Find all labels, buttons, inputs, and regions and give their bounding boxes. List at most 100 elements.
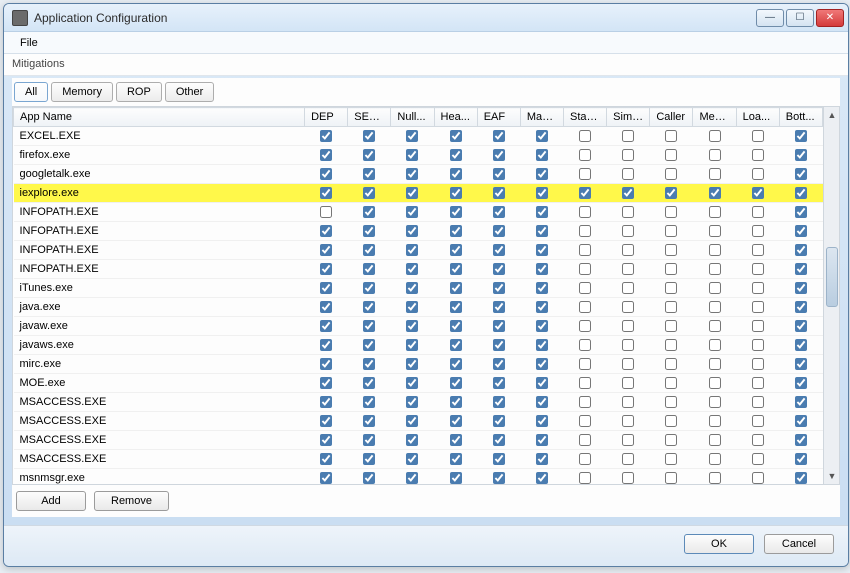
checkbox[interactable]: [363, 339, 375, 351]
checkbox[interactable]: [536, 339, 548, 351]
checkbox[interactable]: [709, 244, 721, 256]
checkbox[interactable]: [795, 263, 807, 275]
checkbox[interactable]: [795, 244, 807, 256]
table-row[interactable]: firefox.exe: [14, 146, 823, 165]
checkbox[interactable]: [536, 320, 548, 332]
checkbox[interactable]: [709, 434, 721, 446]
checkbox[interactable]: [406, 320, 418, 332]
checkbox[interactable]: [709, 206, 721, 218]
table-row[interactable]: MSACCESS.EXE: [14, 450, 823, 469]
checkbox[interactable]: [536, 168, 548, 180]
checkbox[interactable]: [450, 415, 462, 427]
checkbox[interactable]: [536, 263, 548, 275]
checkbox[interactable]: [363, 320, 375, 332]
checkbox[interactable]: [450, 339, 462, 351]
checkbox[interactable]: [536, 358, 548, 370]
table-row[interactable]: MSACCESS.EXE: [14, 431, 823, 450]
checkbox[interactable]: [665, 358, 677, 370]
checkbox[interactable]: [665, 130, 677, 142]
column-header-eaf[interactable]: EAF: [477, 108, 520, 127]
checkbox[interactable]: [450, 320, 462, 332]
checkbox[interactable]: [406, 377, 418, 389]
checkbox[interactable]: [493, 301, 505, 313]
checkbox[interactable]: [536, 301, 548, 313]
table-row[interactable]: INFOPATH.EXE: [14, 241, 823, 260]
checkbox[interactable]: [622, 472, 634, 484]
checkbox[interactable]: [493, 244, 505, 256]
checkbox[interactable]: [363, 149, 375, 161]
checkbox[interactable]: [450, 472, 462, 484]
checkbox[interactable]: [406, 301, 418, 313]
checkbox[interactable]: [450, 168, 462, 180]
column-header-app-name[interactable]: App Name: [14, 108, 305, 127]
checkbox[interactable]: [493, 168, 505, 180]
checkbox[interactable]: [752, 206, 764, 218]
checkbox[interactable]: [665, 187, 677, 199]
checkbox[interactable]: [536, 282, 548, 294]
checkbox[interactable]: [709, 453, 721, 465]
table-row[interactable]: EXCEL.EXE: [14, 127, 823, 146]
checkbox[interactable]: [795, 282, 807, 294]
checkbox[interactable]: [363, 225, 375, 237]
checkbox[interactable]: [622, 244, 634, 256]
checkbox[interactable]: [752, 225, 764, 237]
checkbox[interactable]: [579, 377, 591, 389]
checkbox[interactable]: [752, 415, 764, 427]
checkbox[interactable]: [665, 149, 677, 161]
checkbox[interactable]: [450, 434, 462, 446]
checkbox[interactable]: [493, 187, 505, 199]
checkbox[interactable]: [795, 434, 807, 446]
tab-memory[interactable]: Memory: [51, 82, 113, 102]
checkbox[interactable]: [709, 358, 721, 370]
checkbox[interactable]: [579, 263, 591, 275]
checkbox[interactable]: [709, 377, 721, 389]
checkbox[interactable]: [665, 339, 677, 351]
checkbox[interactable]: [579, 396, 591, 408]
checkbox[interactable]: [320, 149, 332, 161]
checkbox[interactable]: [622, 301, 634, 313]
checkbox[interactable]: [579, 358, 591, 370]
checkbox[interactable]: [665, 168, 677, 180]
checkbox[interactable]: [752, 339, 764, 351]
table-row[interactable]: googletalk.exe: [14, 165, 823, 184]
column-header-stac[interactable]: Stac...: [564, 108, 607, 127]
checkbox[interactable]: [622, 263, 634, 275]
table-row[interactable]: javaws.exe: [14, 336, 823, 355]
column-header-sehop[interactable]: SEHOP: [348, 108, 391, 127]
close-button[interactable]: ✕: [816, 9, 844, 27]
checkbox[interactable]: [320, 358, 332, 370]
checkbox[interactable]: [752, 377, 764, 389]
checkbox[interactable]: [579, 187, 591, 199]
checkbox[interactable]: [709, 168, 721, 180]
checkbox[interactable]: [795, 187, 807, 199]
checkbox[interactable]: [450, 149, 462, 161]
checkbox[interactable]: [493, 377, 505, 389]
checkbox[interactable]: [450, 358, 462, 370]
column-header-caller[interactable]: Caller: [650, 108, 693, 127]
checkbox[interactable]: [536, 396, 548, 408]
checkbox[interactable]: [536, 377, 548, 389]
checkbox[interactable]: [665, 244, 677, 256]
checkbox[interactable]: [752, 282, 764, 294]
checkbox[interactable]: [665, 301, 677, 313]
checkbox[interactable]: [493, 225, 505, 237]
checkbox[interactable]: [622, 130, 634, 142]
checkbox[interactable]: [406, 149, 418, 161]
checkbox[interactable]: [752, 130, 764, 142]
checkbox[interactable]: [752, 396, 764, 408]
checkbox[interactable]: [363, 244, 375, 256]
checkbox[interactable]: [665, 320, 677, 332]
checkbox[interactable]: [450, 225, 462, 237]
checkbox[interactable]: [320, 168, 332, 180]
checkbox[interactable]: [795, 320, 807, 332]
checkbox[interactable]: [536, 130, 548, 142]
table-row[interactable]: INFOPATH.EXE: [14, 260, 823, 279]
checkbox[interactable]: [450, 263, 462, 275]
checkbox[interactable]: [493, 472, 505, 484]
checkbox[interactable]: [752, 244, 764, 256]
table-row[interactable]: MSACCESS.EXE: [14, 393, 823, 412]
table-row[interactable]: iTunes.exe: [14, 279, 823, 298]
maximize-button[interactable]: ☐: [786, 9, 814, 27]
checkbox[interactable]: [752, 320, 764, 332]
checkbox[interactable]: [493, 453, 505, 465]
